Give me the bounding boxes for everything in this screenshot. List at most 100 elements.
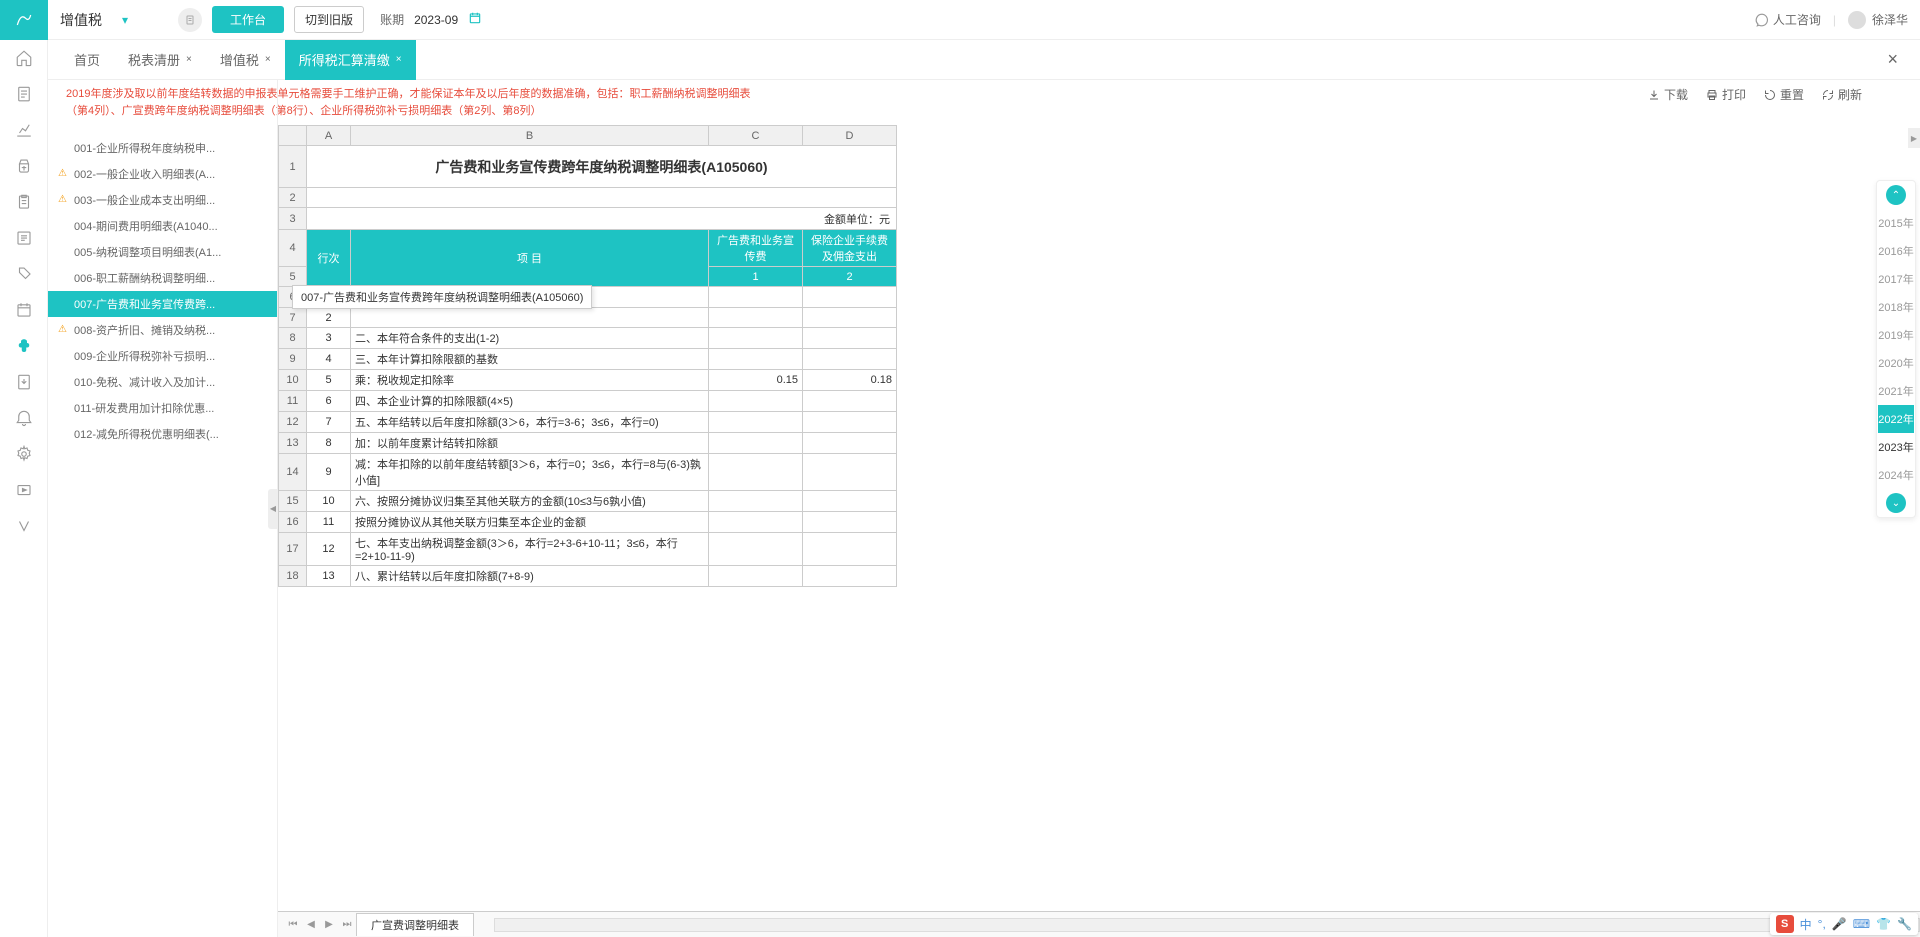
seq-cell[interactable]: 9 [307,454,351,491]
col-header[interactable]: D [803,126,897,146]
tree-item[interactable]: 006-职工薪酬纳税调整明细... [48,265,277,291]
export-icon[interactable] [0,364,48,400]
seq-cell[interactable]: 4 [307,349,351,370]
ime-logo-icon[interactable]: S [1776,915,1794,933]
value-cell[interactable] [709,491,803,512]
calendar-picker-icon[interactable] [468,11,482,28]
row-header[interactable]: 15 [279,491,307,512]
col-header[interactable]: C [709,126,803,146]
notify-icon[interactable] [0,400,48,436]
horizontal-scrollbar[interactable] [494,918,1920,932]
label-cell[interactable]: 四、本企业计算的扣除限额(4×5) [351,391,709,412]
tax-icon[interactable] [0,328,48,364]
tab[interactable]: 税表清册× [114,40,206,80]
label-cell[interactable]: 六、按照分摊协议归集至其他关联方的金额(10≤3与6孰小值) [351,491,709,512]
value-cell[interactable] [803,328,897,349]
value-cell[interactable] [803,308,897,328]
row-header[interactable]: 14 [279,454,307,491]
value-cell[interactable] [709,391,803,412]
value-cell[interactable] [803,412,897,433]
seq-cell[interactable]: 12 [307,533,351,566]
tab[interactable]: 首页 [60,40,114,80]
value-cell[interactable] [803,391,897,412]
year-item[interactable]: 2019年 [1878,321,1913,349]
sheet-nav-last-icon[interactable]: ⏭ [338,919,356,930]
seq-cell[interactable]: 11 [307,512,351,533]
year-item[interactable]: 2018年 [1878,293,1913,321]
seq-cell[interactable]: 7 [307,412,351,433]
seq-cell[interactable]: 10 [307,491,351,512]
label-cell[interactable]: 按照分摊协议从其他关联方归集至本企业的金额 [351,512,709,533]
clipboard-icon[interactable] [0,184,48,220]
seq-cell[interactable]: 3 [307,328,351,349]
value-cell[interactable] [709,566,803,587]
tree-item[interactable]: 012-减免所得税优惠明细表(... [48,421,277,447]
ime-lang[interactable]: 中 [1800,916,1812,933]
sheet-nav-prev-icon[interactable]: ◀ [302,919,320,930]
label-cell[interactable]: 二、本年符合条件的支出(1-2) [351,328,709,349]
tree-item[interactable]: 011-研发费用加计扣除优惠... [48,395,277,421]
row-header[interactable]: 13 [279,433,307,454]
ime-tool-icon[interactable]: 🔧 [1897,917,1912,931]
label-cell[interactable]: 五、本年结转以后年度扣除额(3＞6，本行=3-6；3≤6，本行=0) [351,412,709,433]
tab[interactable]: 增值税× [206,40,285,80]
value-cell[interactable] [803,349,897,370]
sheet-tab[interactable]: 广宣费调整明细表 [356,913,474,936]
ime-keyboard-icon[interactable]: ⌨ [1853,917,1870,931]
label-cell[interactable] [351,308,709,328]
help-link[interactable]: 人工咨询 [1755,11,1821,28]
row-header[interactable]: 1 [279,146,307,188]
row-header[interactable]: 12 [279,412,307,433]
sheet-nav-first-icon[interactable]: ⏮ [284,919,302,930]
value-cell[interactable] [709,412,803,433]
tab-close-icon[interactable]: × [265,54,271,65]
seq-cell[interactable]: 2 [307,308,351,328]
calendar-icon[interactable] [0,292,48,328]
year-item[interactable]: 2015年 [1878,209,1913,237]
value-cell[interactable] [803,533,897,566]
value-cell[interactable] [709,308,803,328]
row-header[interactable]: 16 [279,512,307,533]
workspace-button[interactable]: 工作台 [212,6,284,33]
user-info[interactable]: 徐泽华 [1848,11,1908,29]
value-cell[interactable] [803,491,897,512]
year-item[interactable]: 2022年 [1878,405,1913,433]
value-cell[interactable] [803,454,897,491]
value-cell[interactable] [709,533,803,566]
label-cell[interactable]: 三、本年计算扣除限额的基数 [351,349,709,370]
value-cell[interactable] [803,512,897,533]
value-cell[interactable] [803,287,897,308]
row-header[interactable]: 9 [279,349,307,370]
row-header[interactable]: 7 [279,308,307,328]
year-item[interactable]: 2016年 [1878,237,1913,265]
label-cell[interactable]: 乘：税收规定扣除率 [351,370,709,391]
ime-punct-icon[interactable]: °, [1818,917,1826,931]
title-dropdown-icon[interactable]: ▾ [122,13,128,27]
row-header[interactable]: 5 [279,267,307,287]
row-header[interactable]: 3 [279,208,307,230]
row-header[interactable]: 17 [279,533,307,566]
ime-mic-icon[interactable]: 🎤 [1832,917,1847,931]
tree-item[interactable]: ⚠003-一般企业成本支出明细... [48,187,277,213]
switch-version-button[interactable]: 切到旧版 [294,6,364,33]
label-cell[interactable]: 减：本年扣除的以前年度结转额[3＞6，本行=0；3≤6，本行=8与(6-3)孰小… [351,454,709,491]
seq-cell[interactable]: 6 [307,391,351,412]
tree-item[interactable]: 009-企业所得税弥补亏损明... [48,343,277,369]
tree-item[interactable]: ⚠002-一般企业收入明细表(A... [48,161,277,187]
money-icon[interactable] [0,148,48,184]
value-cell[interactable]: 0.15 [709,370,803,391]
tree-item[interactable]: 010-免税、减计收入及加计... [48,369,277,395]
home-icon[interactable] [0,40,48,76]
value-cell[interactable] [709,349,803,370]
row-header[interactable]: 18 [279,566,307,587]
tree-item[interactable]: 004-期间费用明细表(A1040... [48,213,277,239]
row-header[interactable]: 11 [279,391,307,412]
seq-cell[interactable]: 5 [307,370,351,391]
tag-icon[interactable] [0,256,48,292]
row-header[interactable]: 4 [279,230,307,267]
tab-close-icon[interactable]: × [186,54,192,65]
value-cell[interactable] [709,512,803,533]
tree-item[interactable]: 007-广告费和业务宣传费跨... [48,291,277,317]
year-up-icon[interactable]: ⌃ [1886,185,1906,205]
label-cell[interactable]: 加：以前年度累计结转扣除额 [351,433,709,454]
